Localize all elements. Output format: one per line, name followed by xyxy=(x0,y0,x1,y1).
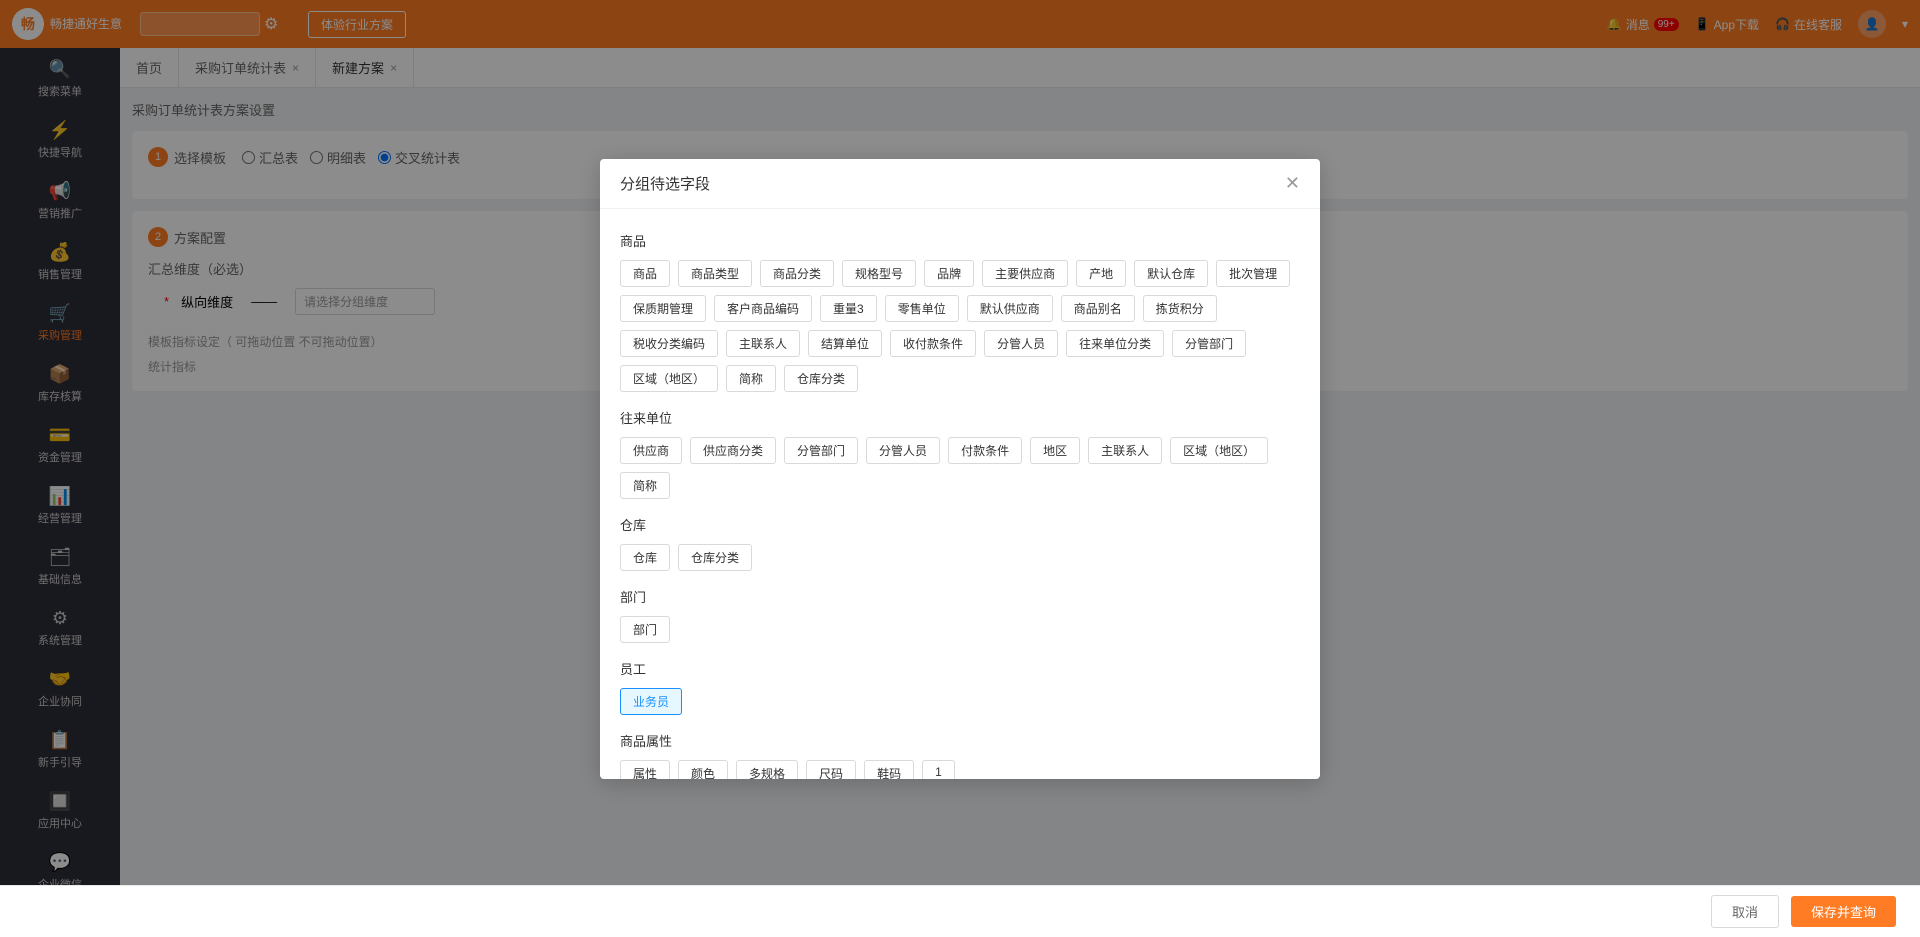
field-tag-partner-abbr[interactable]: 简称 xyxy=(620,472,670,499)
field-tag-main-supplier[interactable]: 主要供应商 xyxy=(982,260,1068,287)
field-tag-partner-category[interactable]: 往来单位分类 xyxy=(1066,330,1164,357)
section-title-product: 商品 xyxy=(620,231,1300,250)
modal-body: 商品 商品 商品类型 商品分类 规格型号 品牌 主要供应商 产地 默认仓库 批次… xyxy=(600,209,1320,779)
section-title-product-attr: 商品属性 xyxy=(620,731,1300,750)
tag-group-warehouse: 仓库 仓库分类 xyxy=(620,544,1300,571)
field-tag-size[interactable]: 尺码 xyxy=(806,760,856,779)
field-tag-dept[interactable]: 分管部门 xyxy=(1172,330,1246,357)
field-tag-retail-unit[interactable]: 零售单位 xyxy=(885,295,959,322)
field-tag-product-category[interactable]: 商品分类 xyxy=(760,260,834,287)
field-tag-main-contact[interactable]: 主联系人 xyxy=(726,330,800,357)
field-tag-attribute[interactable]: 属性 xyxy=(620,760,670,779)
field-tag-region[interactable]: 区域（地区） xyxy=(620,365,718,392)
field-tag-origin[interactable]: 产地 xyxy=(1076,260,1126,287)
field-tag-sales-employee[interactable]: 业务员 xyxy=(620,688,682,715)
field-tag-brand[interactable]: 品牌 xyxy=(924,260,974,287)
field-tag-product-type[interactable]: 商品类型 xyxy=(678,260,752,287)
field-tag-product-alias[interactable]: 商品别名 xyxy=(1061,295,1135,322)
field-tag-default-supplier[interactable]: 默认供应商 xyxy=(967,295,1053,322)
section-title-partner: 往来单位 xyxy=(620,408,1300,427)
tag-group-partner: 供应商 供应商分类 分管部门 分管人员 付款条件 地区 主联系人 区域（地区） … xyxy=(620,437,1300,499)
tag-group-product: 商品 商品类型 商品分类 规格型号 品牌 主要供应商 产地 默认仓库 批次管理 … xyxy=(620,260,1300,392)
modal-field-selector: 分组待选字段 ✕ 商品 商品 商品类型 商品分类 规格型号 品牌 主要供应商 产… xyxy=(600,159,1320,779)
field-tag-batch-mgmt[interactable]: 批次管理 xyxy=(1216,260,1290,287)
field-tag-product-item[interactable]: 商品 xyxy=(620,260,670,287)
section-title-department: 部门 xyxy=(620,587,1300,606)
field-tag-pay-terms[interactable]: 付款条件 xyxy=(948,437,1022,464)
field-tag-color[interactable]: 颜色 xyxy=(678,760,728,779)
field-tag-area[interactable]: 地区 xyxy=(1030,437,1080,464)
field-tag-partner-dept[interactable]: 分管部门 xyxy=(784,437,858,464)
section-title-employee: 员工 xyxy=(620,659,1300,678)
field-tag-default-warehouse[interactable]: 默认仓库 xyxy=(1134,260,1208,287)
field-tag-multi-spec[interactable]: 多规格 xyxy=(736,760,798,779)
field-tag-customer-code[interactable]: 客户商品编码 xyxy=(714,295,812,322)
section-title-warehouse: 仓库 xyxy=(620,515,1300,534)
field-tag-partner-manager[interactable]: 分管人员 xyxy=(866,437,940,464)
field-tag-partner-region[interactable]: 区域（地区） xyxy=(1170,437,1268,464)
bottom-action-bar: 取消 保存并查询 xyxy=(0,885,1920,937)
save-query-button[interactable]: 保存并查询 xyxy=(1791,896,1896,927)
field-tag-weight[interactable]: 重量3 xyxy=(820,295,877,322)
field-tag-partner-contact[interactable]: 主联系人 xyxy=(1088,437,1162,464)
field-tag-expiry-mgmt[interactable]: 保质期管理 xyxy=(620,295,706,322)
modal-title: 分组待选字段 xyxy=(620,173,710,194)
field-tag-custom1[interactable]: 1 xyxy=(922,760,955,779)
field-tag-warehouse-category[interactable]: 仓库分类 xyxy=(678,544,752,571)
field-tag-payment-terms[interactable]: 收付款条件 xyxy=(890,330,976,357)
field-tag-manager[interactable]: 分管人员 xyxy=(984,330,1058,357)
tag-group-product-attr: 属性 颜色 多规格 尺码 鞋码 1 xyxy=(620,760,1300,779)
field-tag-settlement-unit[interactable]: 结算单位 xyxy=(808,330,882,357)
field-tag-spec-model[interactable]: 规格型号 xyxy=(842,260,916,287)
field-tag-supplier-category[interactable]: 供应商分类 xyxy=(690,437,776,464)
tag-group-employee: 业务员 xyxy=(620,688,1300,715)
field-tag-pick-score[interactable]: 拣货积分 xyxy=(1143,295,1217,322)
tag-group-department: 部门 xyxy=(620,616,1300,643)
cancel-button[interactable]: 取消 xyxy=(1711,895,1779,928)
field-tag-short-name[interactable]: 简称 xyxy=(726,365,776,392)
field-tag-shoe-size[interactable]: 鞋码 xyxy=(864,760,914,779)
field-tag-warehouse[interactable]: 仓库 xyxy=(620,544,670,571)
modal-close-btn[interactable]: ✕ xyxy=(1285,174,1300,192)
field-tag-department[interactable]: 部门 xyxy=(620,616,670,643)
modal-header: 分组待选字段 ✕ xyxy=(600,159,1320,209)
field-tag-tax-code[interactable]: 税收分类编码 xyxy=(620,330,718,357)
modal-overlay: 分组待选字段 ✕ 商品 商品 商品类型 商品分类 规格型号 品牌 主要供应商 产… xyxy=(0,0,1920,937)
field-tag-supplier[interactable]: 供应商 xyxy=(620,437,682,464)
field-tag-wh-category[interactable]: 仓库分类 xyxy=(784,365,858,392)
